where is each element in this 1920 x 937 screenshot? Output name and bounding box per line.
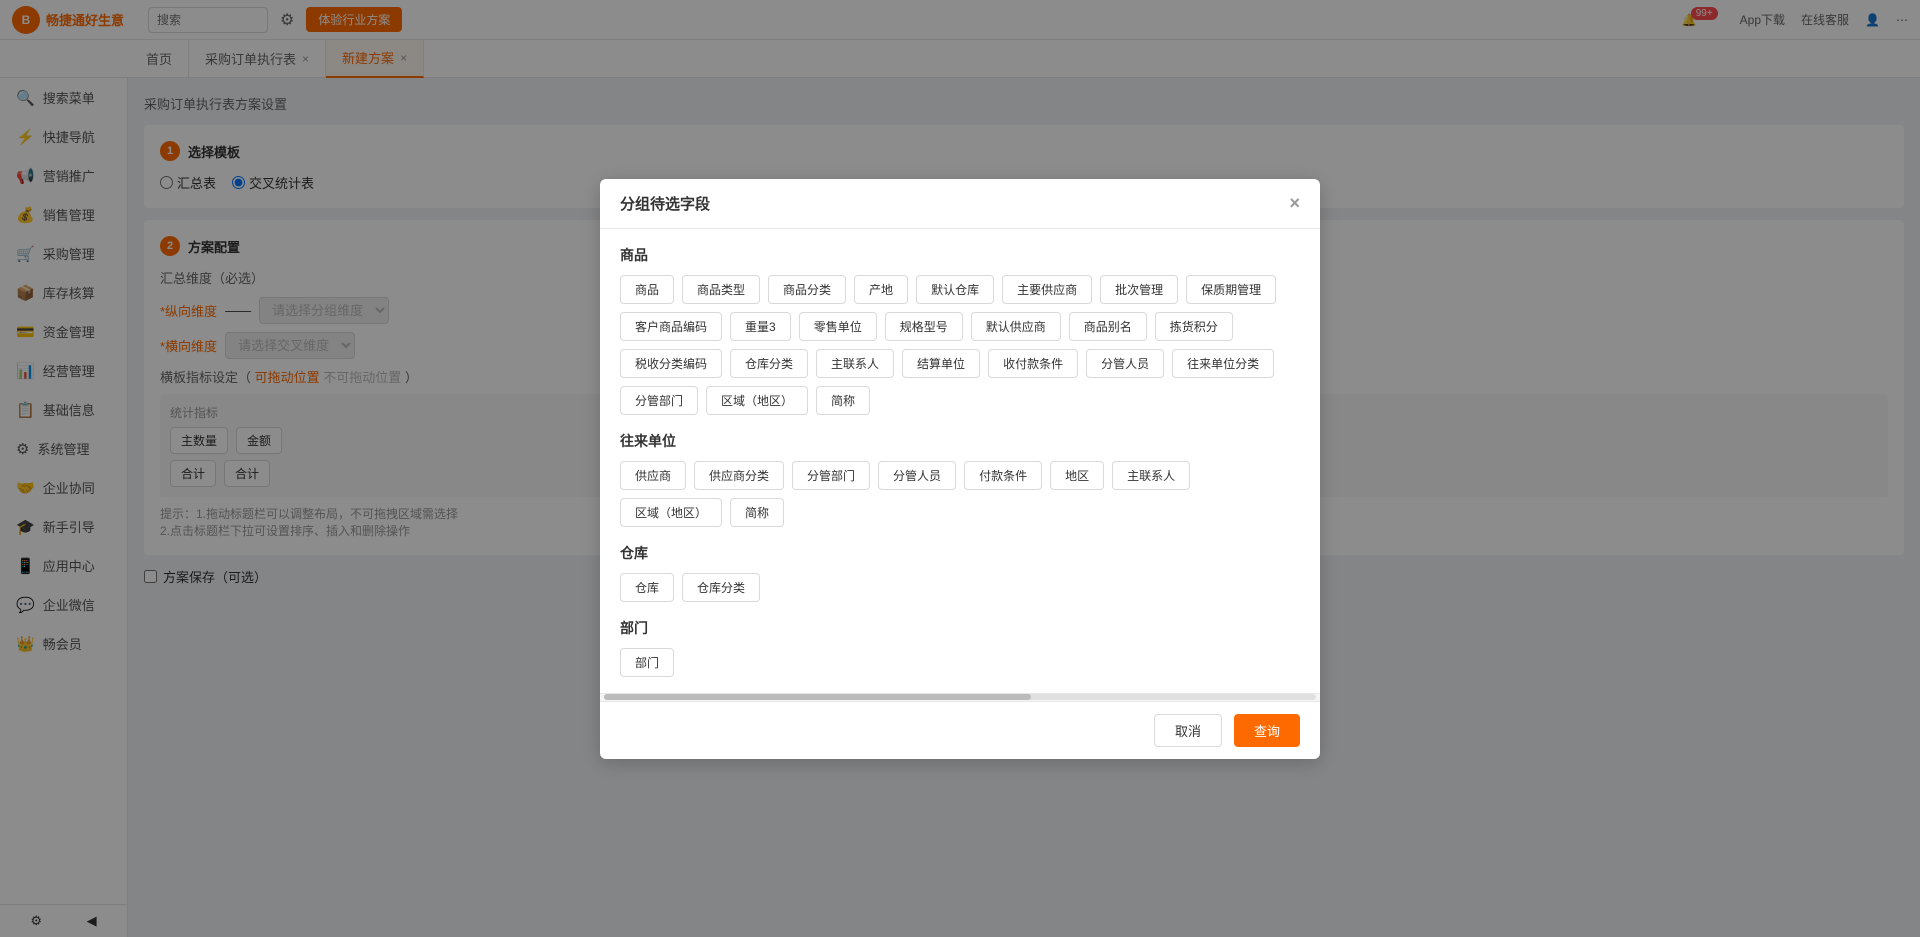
field-tag-1-5[interactable]: 地区: [1050, 461, 1104, 490]
field-tag-0-4[interactable]: 默认仓库: [916, 275, 994, 304]
modal-header: 分组待选字段 ×: [600, 179, 1320, 229]
field-tag-1-2[interactable]: 分管部门: [792, 461, 870, 490]
field-section-2: 仓库仓库仓库分类: [620, 543, 1300, 602]
field-section-0: 商品商品商品类型商品分类产地默认仓库主要供应商批次管理保质期管理客户商品编码重量…: [620, 245, 1300, 415]
modal-horizontal-scrollbar[interactable]: [600, 693, 1320, 700]
hscroll-track: [604, 694, 1316, 700]
field-tag-0-7[interactable]: 保质期管理: [1186, 275, 1276, 304]
field-tag-0-8[interactable]: 客户商品编码: [620, 312, 722, 341]
field-tag-1-3[interactable]: 分管人员: [878, 461, 956, 490]
field-tag-0-18[interactable]: 结算单位: [902, 349, 980, 378]
field-tag-0-0[interactable]: 商品: [620, 275, 674, 304]
field-tag-1-4[interactable]: 付款条件: [964, 461, 1042, 490]
field-tag-0-6[interactable]: 批次管理: [1100, 275, 1178, 304]
field-tag-2-1[interactable]: 仓库分类: [682, 573, 760, 602]
confirm-button[interactable]: 查询: [1234, 714, 1300, 747]
field-tag-1-0[interactable]: 供应商: [620, 461, 686, 490]
field-tag-0-1[interactable]: 商品类型: [682, 275, 760, 304]
field-tag-0-5[interactable]: 主要供应商: [1002, 275, 1092, 304]
field-tag-0-19[interactable]: 收付款条件: [988, 349, 1078, 378]
field-section-title-0: 商品: [620, 245, 1300, 265]
modal-close-btn[interactable]: ×: [1289, 193, 1300, 214]
field-tag-0-15[interactable]: 税收分类编码: [620, 349, 722, 378]
field-tags-3: 部门: [620, 648, 1300, 677]
field-tag-1-1[interactable]: 供应商分类: [694, 461, 784, 490]
hscroll-thumb: [604, 694, 1031, 700]
field-tag-1-7[interactable]: 区域（地区）: [620, 498, 722, 527]
field-tag-1-8[interactable]: 简称: [730, 498, 784, 527]
field-section-title-3: 部门: [620, 618, 1300, 638]
field-tag-0-22[interactable]: 分管部门: [620, 386, 698, 415]
field-tag-0-16[interactable]: 仓库分类: [730, 349, 808, 378]
field-tag-0-11[interactable]: 规格型号: [885, 312, 963, 341]
modal-body: 商品商品商品类型商品分类产地默认仓库主要供应商批次管理保质期管理客户商品编码重量…: [600, 229, 1320, 694]
field-tag-0-3[interactable]: 产地: [854, 275, 908, 304]
field-tag-0-10[interactable]: 零售单位: [799, 312, 877, 341]
field-tag-0-2[interactable]: 商品分类: [768, 275, 846, 304]
field-tag-0-23[interactable]: 区域（地区）: [706, 386, 808, 415]
field-tags-1: 供应商供应商分类分管部门分管人员付款条件地区主联系人区域（地区） 简称: [620, 461, 1300, 527]
field-tag-0-21[interactable]: 往来单位分类: [1172, 349, 1274, 378]
modal-footer: 取消 查询: [600, 701, 1320, 759]
field-section-3: 部门部门: [620, 618, 1300, 677]
field-tag-2-0[interactable]: 仓库: [620, 573, 674, 602]
field-section-title-1: 往来单位: [620, 431, 1300, 451]
field-section-title-2: 仓库: [620, 543, 1300, 563]
modal-title: 分组待选字段: [620, 193, 710, 214]
field-tag-1-6[interactable]: 主联系人: [1112, 461, 1190, 490]
field-tag-0-14[interactable]: 拣货积分: [1155, 312, 1233, 341]
field-tag-3-0[interactable]: 部门: [620, 648, 674, 677]
field-section-1: 往来单位供应商供应商分类分管部门分管人员付款条件地区主联系人区域（地区） 简称: [620, 431, 1300, 527]
field-tag-0-20[interactable]: 分管人员: [1086, 349, 1164, 378]
field-tags-0: 商品商品类型商品分类产地默认仓库主要供应商批次管理保质期管理客户商品编码重量3 零…: [620, 275, 1300, 415]
field-tag-0-17[interactable]: 主联系人: [816, 349, 894, 378]
field-tag-0-9[interactable]: 重量3: [730, 312, 791, 341]
field-select-modal: 分组待选字段 × 商品商品商品类型商品分类产地默认仓库主要供应商批次管理保质期管…: [600, 179, 1320, 759]
field-tag-0-24[interactable]: 简称: [816, 386, 870, 415]
field-tags-2: 仓库仓库分类: [620, 573, 1300, 602]
field-tag-0-13[interactable]: 商品别名: [1069, 312, 1147, 341]
field-tag-0-12[interactable]: 默认供应商: [971, 312, 1061, 341]
modal-overlay: 分组待选字段 × 商品商品商品类型商品分类产地默认仓库主要供应商批次管理保质期管…: [0, 0, 1920, 937]
cancel-button[interactable]: 取消: [1154, 714, 1222, 747]
